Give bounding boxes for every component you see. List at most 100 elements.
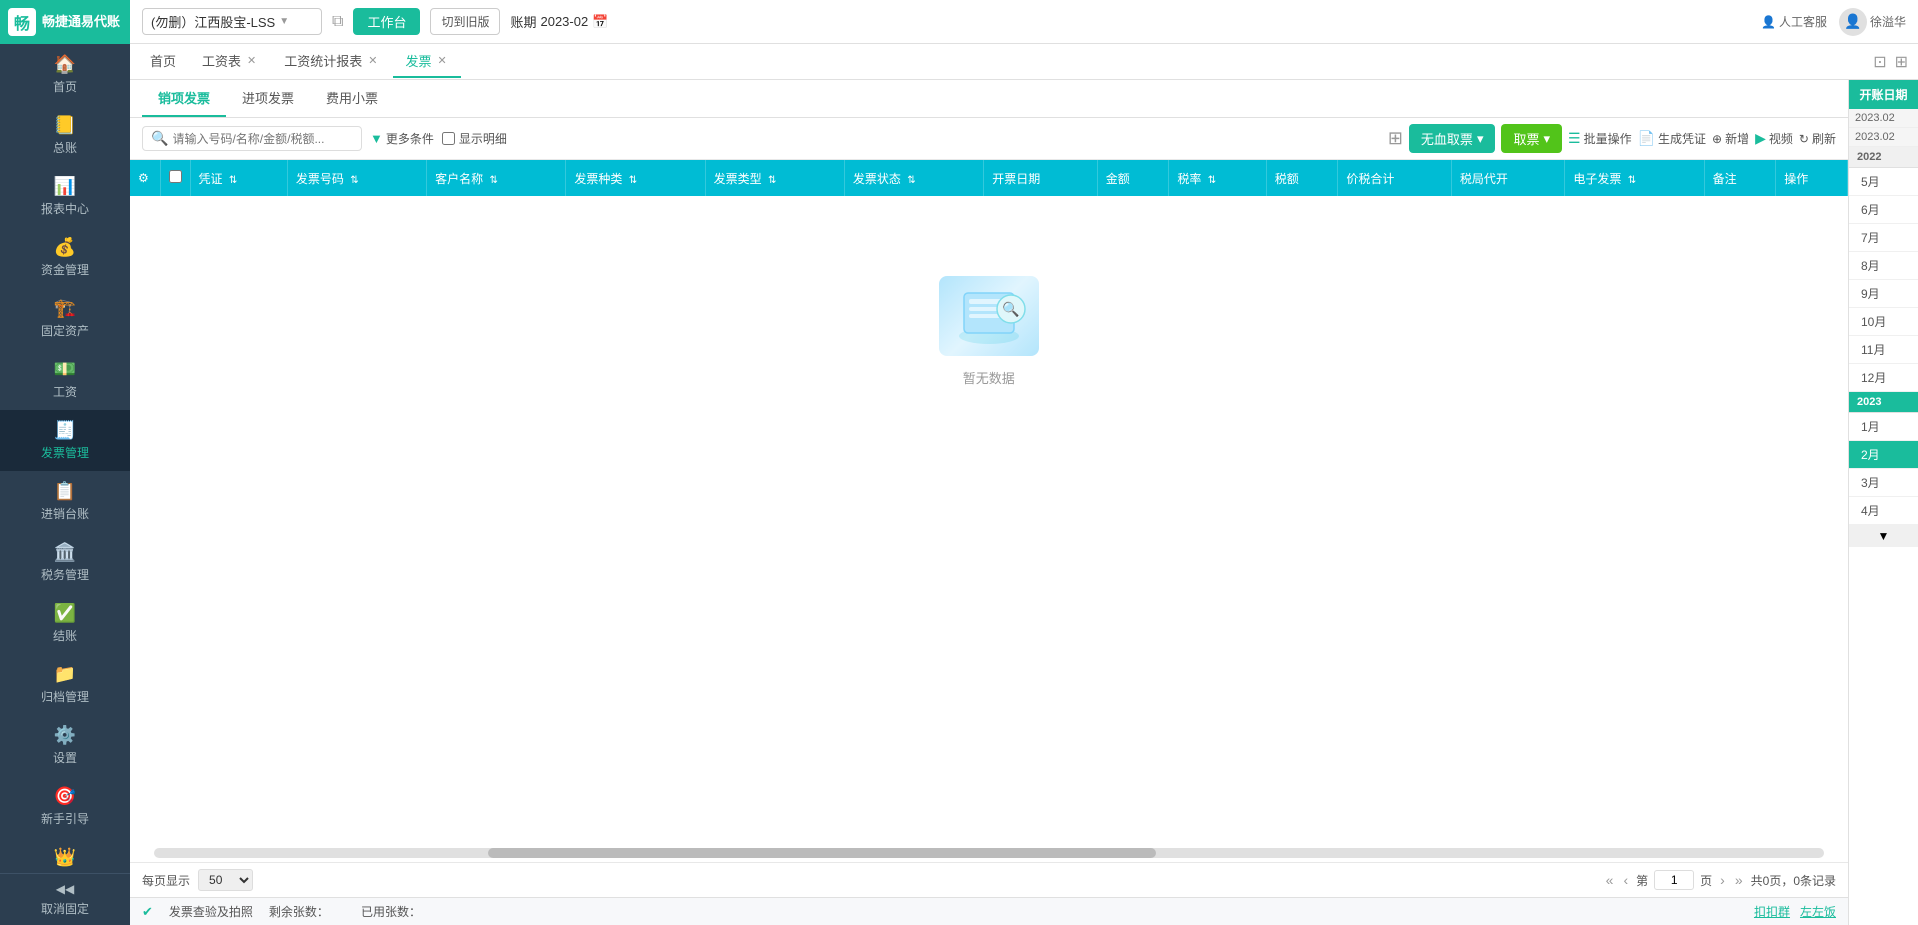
sidebar-item-salary[interactable]: 💵 工资: [0, 349, 130, 410]
period-month-2022-10[interactable]: 10月: [1849, 308, 1918, 336]
company-dropdown-arrow: ▼: [279, 16, 289, 27]
topbar: (勿删）江西股宝-LSS ▼ ⧉ 工作台 切到旧版 账期 2023-02 📅 👤…: [130, 0, 1918, 44]
sub-tab-expense[interactable]: 费用小票: [310, 80, 394, 117]
period-month-2022-9[interactable]: 9月: [1849, 280, 1918, 308]
sidebar-item-guide[interactable]: 🎯 新手引导: [0, 776, 130, 837]
batch-op-button[interactable]: ☰ 批量操作: [1568, 130, 1632, 147]
period-month-2023-3[interactable]: 3月: [1849, 469, 1918, 497]
tab-invoice-close[interactable]: ✕: [436, 53, 449, 68]
period-month-2022-8[interactable]: 8月: [1849, 252, 1918, 280]
col-electronic[interactable]: 电子发票 ⇅: [1565, 160, 1704, 196]
period-bottom-arrow[interactable]: ▼: [1849, 525, 1918, 547]
grid-view-icon[interactable]: ⊞: [1388, 128, 1403, 149]
generate-voucher-label: 生成凭证: [1658, 130, 1706, 147]
page-size-select[interactable]: 50 10 20 100: [198, 869, 253, 891]
horizontal-scrollbar[interactable]: [154, 848, 1824, 858]
no-deduction-dropdown-icon: ▾: [1477, 131, 1484, 147]
col-invoice-no[interactable]: 发票号码 ⇅: [287, 160, 426, 196]
sidebar-item-label: 固定资产: [41, 322, 89, 339]
sidebar-item-tax[interactable]: 🏛️ 税务管理: [0, 532, 130, 593]
period-month-2022-5[interactable]: 5月: [1849, 168, 1918, 196]
salary-icon: 💵: [54, 359, 76, 380]
col-tax-amount[interactable]: 税额: [1266, 160, 1338, 196]
period-month-2023-1[interactable]: 1月: [1849, 413, 1918, 441]
help-link[interactable]: 左左饭: [1800, 905, 1836, 919]
col-amount[interactable]: 金额: [1097, 160, 1169, 196]
sub-tab-sales[interactable]: 销项发票: [142, 80, 226, 117]
select-all-checkbox[interactable]: [169, 170, 182, 183]
page-input[interactable]: [1654, 870, 1694, 890]
col-voucher[interactable]: 凭证 ⇅: [190, 160, 287, 196]
col-customer[interactable]: 客户名称 ⇅: [427, 160, 566, 196]
generate-voucher-button[interactable]: 📄 生成凭证: [1638, 130, 1706, 147]
tab-home[interactable]: 首页: [138, 45, 188, 78]
col-date[interactable]: 开票日期: [984, 160, 1098, 196]
last-page-button[interactable]: »: [1733, 870, 1745, 890]
workbench-button[interactable]: 工作台: [353, 8, 420, 35]
period-month-2022-11[interactable]: 11月: [1849, 336, 1918, 364]
check-icon: ✔: [142, 904, 153, 920]
tab-salary-report[interactable]: 工资统计报表 ✕: [272, 45, 391, 78]
col-tax-bureau[interactable]: 税局代开: [1451, 160, 1565, 196]
tab-maximize-icon[interactable]: ⊞: [1893, 50, 1910, 74]
refresh-button[interactable]: ↻ 刷新: [1799, 130, 1836, 147]
sidebar-item-close[interactable]: ✅ 结账: [0, 593, 130, 654]
company-selector[interactable]: (勿删）江西股宝-LSS ▼: [142, 8, 322, 35]
sub-tab-purchase[interactable]: 进项发票: [226, 80, 310, 117]
no-deduction-button[interactable]: 无血取票 ▾: [1409, 124, 1496, 153]
tab-salary-report-close[interactable]: ✕: [366, 53, 379, 68]
sidebar-item-trade[interactable]: 📋 进销台账: [0, 471, 130, 532]
sidebar-item-assets[interactable]: 🏗️ 固定资产: [0, 288, 130, 349]
tab-restore-icon[interactable]: ⊡: [1871, 50, 1888, 74]
col-invoice-category[interactable]: 发票类型 ⇅: [705, 160, 844, 196]
col-settings[interactable]: ⚙: [130, 160, 160, 196]
prev-page-button[interactable]: ‹: [1621, 870, 1630, 890]
sidebar-item-home[interactable]: 🏠 首页: [0, 44, 130, 105]
show-detail-checkbox[interactable]: [442, 132, 455, 145]
tab-salary[interactable]: 工资表 ✕: [190, 45, 270, 78]
open-period-button[interactable]: 开账日期: [1849, 80, 1918, 109]
period-month-2022-6[interactable]: 6月: [1849, 196, 1918, 224]
period-month-2023-4[interactable]: 4月: [1849, 497, 1918, 525]
search-input[interactable]: [172, 132, 353, 146]
col-remark[interactable]: 备注: [1704, 160, 1776, 196]
new-icon: ⊕: [1712, 132, 1722, 146]
period-month-2022-12[interactable]: 12月: [1849, 364, 1918, 392]
col-total[interactable]: 价税合计: [1338, 160, 1452, 196]
scrollbar-thumb[interactable]: [488, 848, 1156, 858]
sidebar-item-archive[interactable]: 📁 归档管理: [0, 654, 130, 715]
sidebar-item-finance[interactable]: 💰 资金管理: [0, 227, 130, 288]
show-detail-checkbox-label[interactable]: 显示明细: [442, 130, 507, 147]
join-community-link[interactable]: 扣扣群: [1754, 905, 1790, 919]
period-month-2023-2[interactable]: 2月: [1849, 441, 1918, 469]
sidebar-item-ledger[interactable]: 📒 总账: [0, 105, 130, 166]
user-avatar-area[interactable]: 👤 徐溢华: [1839, 8, 1906, 36]
period-calendar-icon[interactable]: 📅: [592, 14, 608, 30]
video-button[interactable]: ▶ 视频: [1755, 130, 1793, 147]
col-invoice-status[interactable]: 发票状态 ⇅: [844, 160, 983, 196]
new-button[interactable]: ⊕ 新增: [1712, 130, 1749, 147]
sidebar-item-invoice[interactable]: 🧾 发票管理: [0, 410, 130, 471]
take-ticket-button[interactable]: 取票 ▾: [1501, 124, 1562, 153]
switch-old-button[interactable]: 切到旧版: [430, 8, 500, 35]
more-filter-button[interactable]: ▼ 更多条件: [370, 130, 434, 147]
sidebar-item-report[interactable]: 📊 报表中心: [0, 166, 130, 227]
sidebar-collapse-btn[interactable]: ◀◀ 取消固定: [0, 873, 130, 925]
col-tax-rate[interactable]: 税率 ⇅: [1169, 160, 1266, 196]
col-invoice-type[interactable]: 发票种类 ⇅: [566, 160, 705, 196]
copy-icon[interactable]: ⧉: [332, 13, 343, 31]
col-checkbox[interactable]: [160, 160, 190, 196]
col-invoice-status-label: 发票状态: [853, 172, 901, 186]
sidebar-item-settings[interactable]: ⚙️ 设置: [0, 715, 130, 776]
next-page-button[interactable]: ›: [1718, 870, 1727, 890]
sidebar-item-vip[interactable]: 👑 畅会员: [0, 837, 130, 873]
sidebar-item-label: 发票管理: [41, 444, 89, 461]
customer-service[interactable]: 👤 人工客服: [1761, 13, 1827, 30]
sidebar-item-label: 结账: [53, 627, 77, 644]
period-month-2022-7[interactable]: 7月: [1849, 224, 1918, 252]
first-page-button[interactable]: «: [1604, 870, 1616, 890]
tab-invoice[interactable]: 发票 ✕: [393, 45, 460, 78]
col-date-label: 开票日期: [992, 172, 1040, 186]
footer-remaining-label: 剩余张数：: [269, 903, 329, 920]
tab-salary-close[interactable]: ✕: [245, 53, 258, 68]
